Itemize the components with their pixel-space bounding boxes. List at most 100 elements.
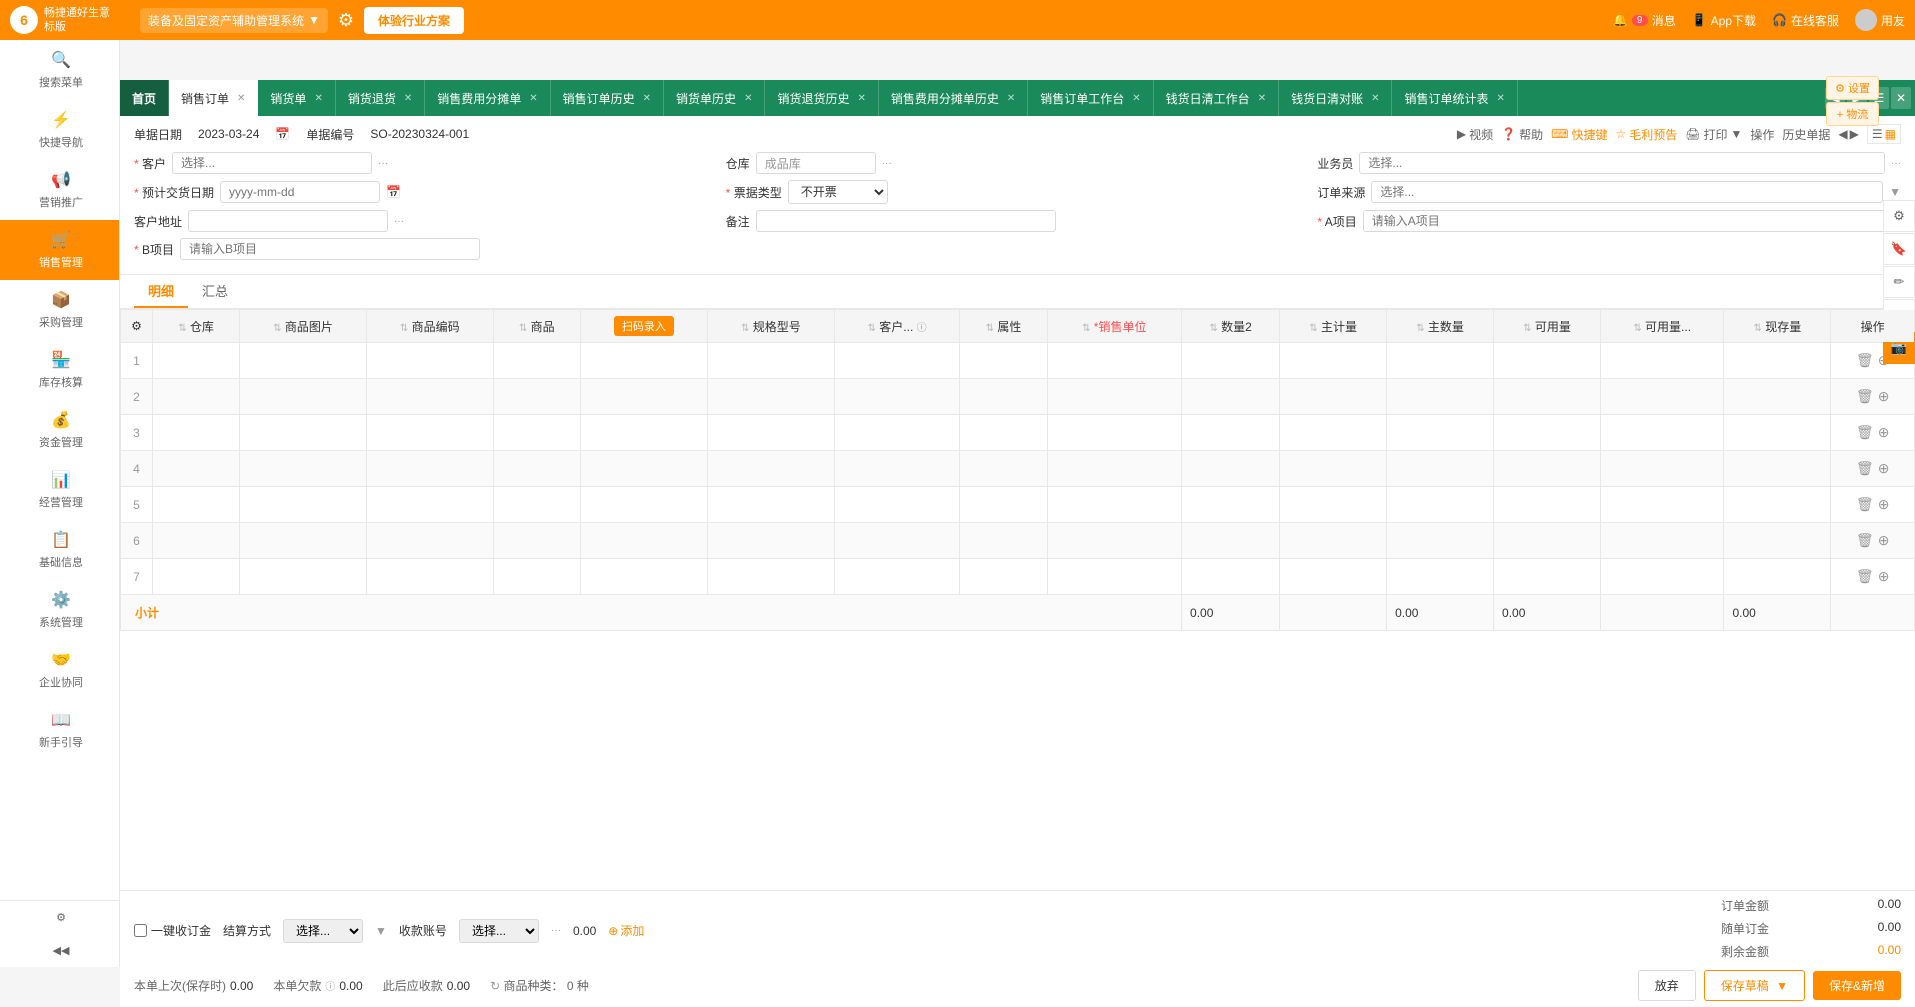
tab-home[interactable]: 首页	[120, 80, 169, 116]
add-btn[interactable]: ⊕ 添加	[608, 922, 644, 939]
tab-expense-history[interactable]: 销售费用分摊单历史 ✕	[879, 80, 1028, 116]
account-more[interactable]: ···	[551, 925, 561, 936]
sidebar-item-search[interactable]: 🔍 搜索菜单	[0, 40, 119, 100]
row-unit[interactable]	[1047, 343, 1181, 379]
copy-row-icon[interactable]: ⊕	[1878, 568, 1890, 585]
close-tab-icon[interactable]: ✕	[1007, 93, 1015, 104]
card-view-icon[interactable]: ▦	[1885, 127, 1896, 141]
salesperson-more[interactable]: ···	[1891, 158, 1901, 169]
customer-more[interactable]: ···	[378, 158, 388, 169]
sidebar-item-basics[interactable]: 📋 基础信息	[0, 520, 119, 580]
delete-row-icon[interactable]: 🗑	[1856, 532, 1874, 549]
right-settings-btn[interactable]: ⚙	[1883, 200, 1915, 232]
delete-row-icon[interactable]: 🗑	[1856, 568, 1874, 585]
tab-sales-order[interactable]: 销售订单 ✕	[169, 80, 258, 116]
copy-row-icon[interactable]: ⊕	[1878, 424, 1890, 441]
warehouse-more[interactable]: ···	[882, 158, 892, 169]
invoice-select[interactable]: 不开票	[788, 180, 888, 204]
close-tab-icon[interactable]: ✕	[1497, 93, 1505, 104]
sidebar-item-inventory[interactable]: 🏪 库存核算	[0, 340, 119, 400]
close-tab-icon[interactable]: ✕	[744, 93, 752, 104]
payment-method-select[interactable]: 选择...	[283, 919, 363, 943]
close-tab-icon[interactable]: ✕	[404, 93, 412, 104]
history-btn[interactable]: 历史单据	[1782, 126, 1830, 143]
calendar-icon[interactable]: 📅	[275, 127, 290, 141]
sidebar-item-sales[interactable]: 🛒 销售管理	[0, 220, 119, 280]
list-view-icon[interactable]: ☰	[1872, 127, 1883, 141]
close-tab-icon[interactable]: ✕	[237, 93, 245, 104]
close-tab-icon[interactable]: ✕	[857, 93, 865, 104]
right-bookmark-btn[interactable]: 🔖	[1883, 233, 1915, 265]
scan-button[interactable]: 扫码录入	[614, 316, 674, 336]
tab-daily-reconcile[interactable]: 钱货日清对账 ✕	[1279, 80, 1392, 116]
page-prev-icon[interactable]: ◀	[1838, 127, 1847, 141]
close-tab-icon[interactable]: ✕	[1132, 93, 1140, 104]
solution-button[interactable]: 体验行业方案	[364, 7, 464, 34]
tab-receipt-history[interactable]: 销货单历史 ✕	[664, 80, 765, 116]
settings-icon[interactable]: ⚙	[338, 10, 354, 31]
tab-daily-workbench[interactable]: 钱货日清工作台 ✕	[1154, 80, 1279, 116]
online-service-btn[interactable]: 🎧 在线客服	[1772, 12, 1839, 29]
b-project-input[interactable]	[180, 238, 480, 260]
row-product[interactable]	[493, 343, 580, 379]
row-stock[interactable]	[1724, 343, 1831, 379]
nav-close-all-btn[interactable]: ✕	[1891, 87, 1911, 109]
tab-detail[interactable]: 明细	[134, 275, 188, 308]
close-tab-icon[interactable]: ✕	[1371, 93, 1379, 104]
delete-row-icon[interactable]: 🗑	[1856, 460, 1874, 477]
sidebar-item-enterprise[interactable]: 🤝 企业协同	[0, 640, 119, 700]
address-more[interactable]: ···	[394, 216, 404, 227]
tab-order-workbench[interactable]: 销售订单工作台 ✕	[1028, 80, 1153, 116]
print-dropdown-icon[interactable]: ▼	[1731, 127, 1743, 141]
save-draft-dropdown-icon[interactable]: ▼	[1776, 979, 1788, 993]
row-attr[interactable]	[960, 343, 1047, 379]
row-warehouse[interactable]	[153, 343, 240, 379]
salesperson-input[interactable]	[1359, 152, 1885, 174]
customer-input[interactable]	[172, 152, 372, 174]
row-customer-code[interactable]	[834, 343, 960, 379]
user-menu-btn[interactable]: 用友	[1855, 9, 1905, 31]
view-btn[interactable]: ▶ 视频	[1457, 126, 1493, 143]
tab-sales-receipt[interactable]: 销货单 ✕	[258, 80, 335, 116]
save-draft-button[interactable]: 保存草稿 ▼	[1704, 970, 1805, 1001]
delete-row-icon[interactable]: 🗑	[1856, 388, 1874, 405]
order-source-dropdown-icon[interactable]: ▼	[1889, 185, 1901, 199]
order-source-input[interactable]	[1371, 181, 1883, 203]
one-click-input[interactable]	[134, 924, 147, 937]
app-download-btn[interactable]: 📱 App下载	[1692, 12, 1756, 29]
warehouse-input[interactable]	[756, 152, 876, 174]
sidebar-item-system[interactable]: ⚙️ 系统管理	[0, 580, 119, 640]
calendar2-icon[interactable]: 📅	[386, 185, 401, 199]
one-click-checkbox[interactable]: 一键收订金	[134, 922, 211, 939]
close-tab-icon[interactable]: ✕	[1258, 93, 1266, 104]
abandon-button[interactable]: 放弃	[1638, 970, 1696, 1001]
close-tab-icon[interactable]: ✕	[529, 93, 537, 104]
row-main-qty[interactable]	[1387, 343, 1494, 379]
row-spec[interactable]	[707, 343, 834, 379]
row-available[interactable]	[1494, 343, 1601, 379]
save-new-button[interactable]: 保存&新增	[1813, 971, 1901, 1000]
add-material-btn[interactable]: + 物流	[1826, 102, 1879, 126]
delete-row-icon[interactable]: 🗑	[1856, 496, 1874, 513]
copy-row-icon[interactable]: ⊕	[1878, 496, 1890, 513]
copy-row-icon[interactable]: ⊕	[1878, 388, 1890, 405]
row-qty2[interactable]	[1182, 343, 1280, 379]
sidebar-settings-btn[interactable]: ⚙	[0, 901, 119, 934]
sidebar-item-quicknav[interactable]: ⚡ 快捷导航	[0, 100, 119, 160]
tab-summary[interactable]: 汇总	[188, 275, 242, 308]
notification-btn[interactable]: 🔔 9 消息	[1613, 12, 1676, 29]
account-select[interactable]: 选择...	[459, 919, 539, 943]
sidebar-item-marketing[interactable]: 📢 营销推广	[0, 160, 119, 220]
settings-quick-btn[interactable]: ⚙ 设置	[1826, 80, 1879, 100]
a-project-input[interactable]	[1363, 210, 1901, 232]
sidebar-item-finance[interactable]: 💰 资金管理	[0, 400, 119, 460]
print-btn[interactable]: 🖨 打印 ▼	[1685, 126, 1742, 143]
row-code[interactable]	[366, 343, 493, 379]
right-edit-btn[interactable]: ✏	[1883, 266, 1915, 298]
tab-stats[interactable]: 销售订单统计表 ✕	[1392, 80, 1517, 116]
sidebar-item-purchase[interactable]: 📦 采购管理	[0, 280, 119, 340]
sidebar-item-guide[interactable]: 📖 新手引导	[0, 700, 119, 760]
shortcut-btn[interactable]: ⌨ 快捷键	[1551, 126, 1607, 143]
tab-return-history[interactable]: 销货退货历史 ✕	[765, 80, 878, 116]
tab-order-history[interactable]: 销售订单历史 ✕	[551, 80, 664, 116]
